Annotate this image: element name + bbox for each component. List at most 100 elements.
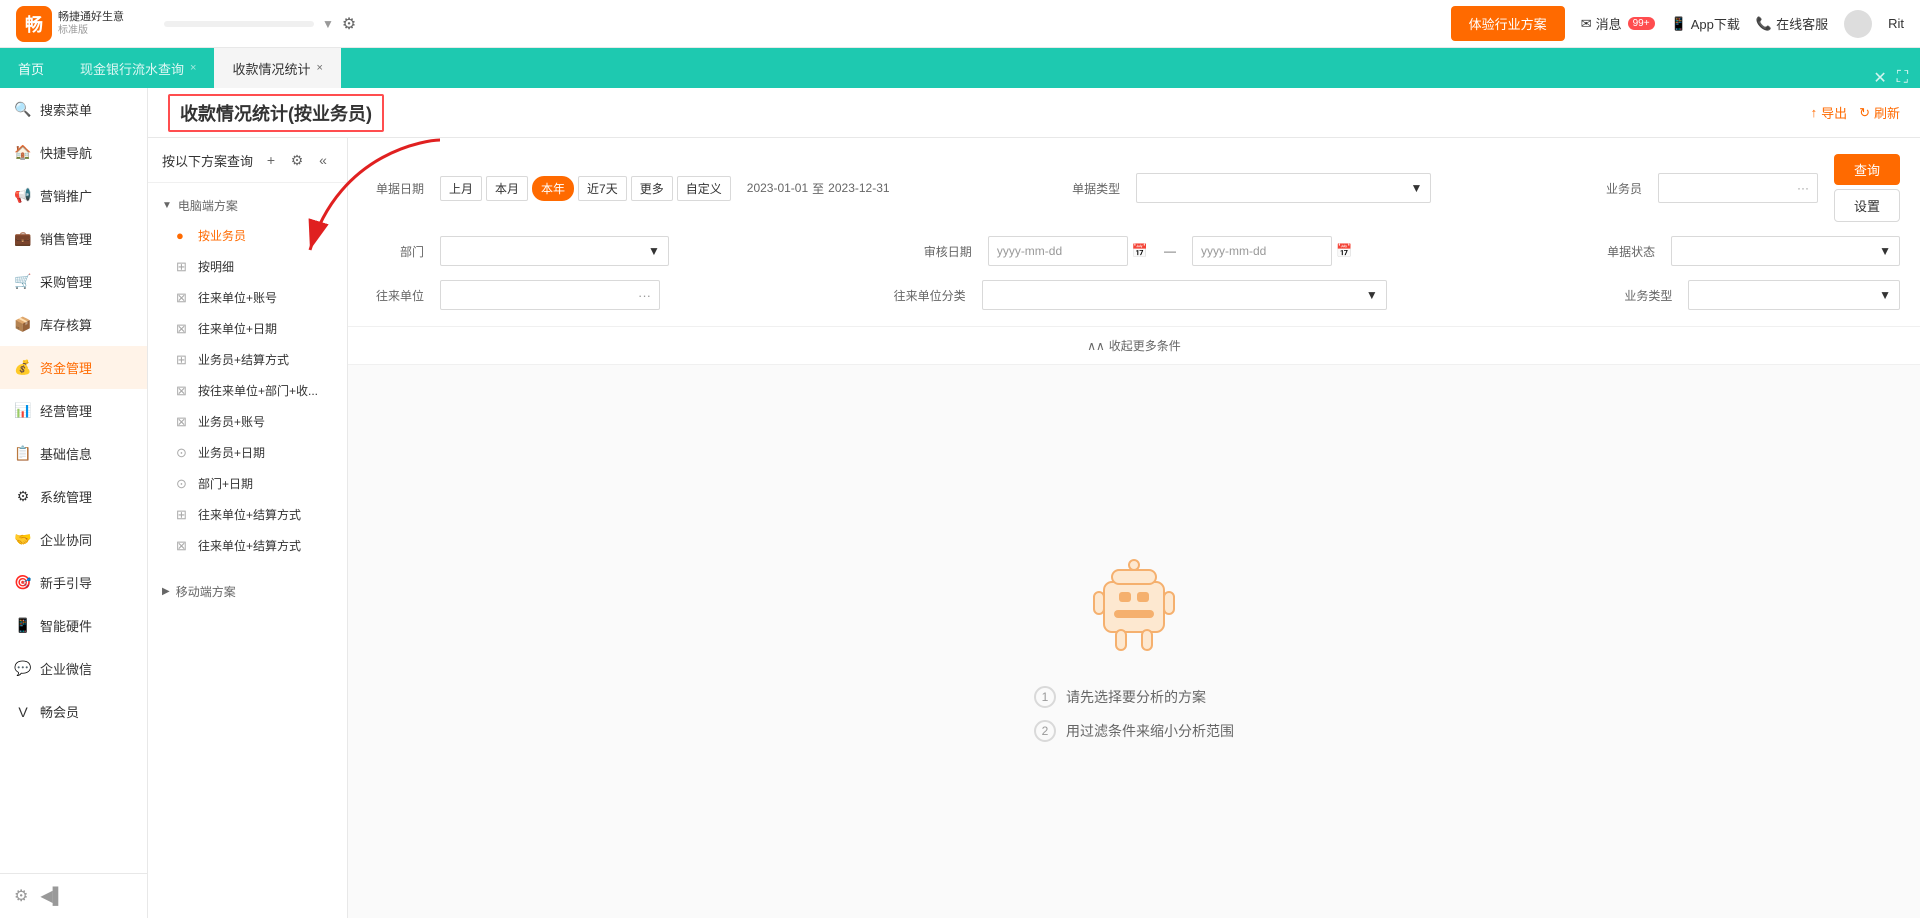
purchase-icon: 🛒 [14, 273, 32, 291]
salesperson-label: 业务员 [1602, 180, 1642, 197]
sidebar-settings-icon[interactable]: ⚙ [14, 886, 28, 906]
desktop-group-title[interactable]: ▼ 电脑端方案 [148, 191, 347, 220]
filter-rows: 单据日期 上月 本月 本年 近7天 更多 自定义 2023-01-01 [348, 138, 1920, 327]
online-service-action[interactable]: 📞 在线客服 [1756, 14, 1828, 33]
query-button[interactable]: 查询 [1834, 154, 1900, 185]
sidebar-item-sales[interactable]: 💼 销售管理 [0, 217, 147, 260]
refresh-button[interactable]: ↻ 刷新 [1859, 103, 1900, 122]
review-date-label: 审核日期 [912, 243, 972, 260]
online-service-label: 在线客服 [1776, 14, 1828, 33]
date-btn-7days[interactable]: 近7天 [578, 176, 627, 201]
scheme-item-partner-dept[interactable]: ⊠ 按往来单位+部门+收... [148, 375, 347, 406]
date-btn-this-year[interactable]: 本年 [532, 176, 574, 201]
tab-bank-flow[interactable]: 现金银行流水查询 × [62, 48, 214, 88]
close-window-icon[interactable]: ✕ [1873, 68, 1886, 88]
doc-type-select[interactable]: ▼ [1136, 173, 1431, 203]
export-button[interactable]: ↑ 导出 [1811, 103, 1848, 122]
scheme-item-salesperson[interactable]: ● 按业务员 [148, 220, 347, 251]
refresh-icon: ↻ [1859, 105, 1870, 121]
sidebar-item-system[interactable]: ⚙ 系统管理 [0, 475, 147, 518]
sidebar-item-marketing[interactable]: 📢 营销推广 [0, 174, 147, 217]
doc-status-select[interactable]: ▼ [1671, 236, 1900, 266]
sidebar-item-quicknav[interactable]: 🏠 快捷导航 [0, 131, 147, 174]
scheme-item-partner-date-icon: ⊠ [176, 321, 192, 337]
user-avatar[interactable] [1844, 10, 1872, 38]
biz-type-select[interactable]: ▼ [1688, 280, 1900, 310]
doc-type-dropdown-icon: ▼ [1411, 181, 1423, 195]
scheme-item-dept-date-label: 部门+日期 [198, 475, 253, 492]
sidebar-item-member[interactable]: V 畅会员 [0, 690, 147, 733]
mobile-group-title[interactable]: ▶ 移动端方案 [148, 577, 347, 606]
sidebar-item-finance-label: 资金管理 [40, 358, 92, 377]
sidebar-item-inventory[interactable]: 📦 库存核算 [0, 303, 147, 346]
search-icon: 🔍 [14, 101, 32, 119]
collapse-bar[interactable]: ∧∧ 收起更多条件 [348, 327, 1920, 365]
sidebar-item-guide[interactable]: 🎯 新手引导 [0, 561, 147, 604]
message-label: 消息 [1596, 14, 1622, 33]
sidebar-item-operation-label: 经营管理 [40, 401, 92, 420]
scheme-item-partner-settle2[interactable]: ⊠ 往来单位+结算方式 [148, 530, 347, 561]
scheme-item-sales-account[interactable]: ⊠ 业务员+账号 [148, 406, 347, 437]
tab-bank-flow-close[interactable]: × [190, 62, 196, 74]
sidebar-collapse-icon[interactable]: ◀‌▌ [40, 886, 64, 906]
date-btn-this-month[interactable]: 本月 [486, 176, 528, 201]
trial-button[interactable]: 体验行业方案 [1451, 6, 1565, 41]
sidebar-item-search[interactable]: 🔍 搜索菜单 [0, 88, 147, 131]
tab-collection-stats-close[interactable]: × [316, 62, 322, 74]
nav-dropdown-icon[interactable]: ▼ [322, 17, 334, 31]
review-date-from[interactable]: yyyy-mm-dd [988, 236, 1128, 266]
export-icon: ↑ [1811, 105, 1818, 120]
filter-row-1: 单据日期 上月 本月 本年 近7天 更多 自定义 2023-01-01 [368, 154, 1900, 222]
sidebar-item-basic[interactable]: 📋 基础信息 [0, 432, 147, 475]
scheme-collapse-button[interactable]: « [313, 150, 333, 170]
scheme-item-sales-settlement[interactable]: ⊞ 业务员+结算方式 [148, 344, 347, 375]
sidebar-item-collab[interactable]: 🤝 企业协同 [0, 518, 147, 561]
wechat-icon: 💬 [14, 660, 32, 678]
calendar-icon-2[interactable]: 📅 [1336, 243, 1352, 259]
partner-category-select[interactable]: ▼ [982, 280, 1387, 310]
date-btn-more[interactable]: 更多 [631, 176, 673, 201]
message-action[interactable]: ✉ 消息 99+ [1581, 14, 1655, 33]
page-content: 收款情况统计(按业务员) ↑ 导出 ↻ 刷新 按以下 [148, 88, 1920, 918]
maximize-window-icon[interactable]: ⛶ [1897, 69, 1908, 87]
page-title-actions: ↑ 导出 ↻ 刷新 [1811, 103, 1900, 122]
date-btn-last-month[interactable]: 上月 [440, 176, 482, 201]
tab-collection-stats-label: 收款情况统计 [232, 59, 310, 78]
filter-row-2: 部门 ▼ 审核日期 yyyy-mm-dd 📅 [368, 236, 1900, 266]
date-quick-buttons: 上月 本月 本年 近7天 更多 自定义 [440, 176, 731, 201]
salesperson-select[interactable]: ··· [1658, 173, 1818, 203]
sidebar-item-finance[interactable]: 💰 资金管理 [0, 346, 147, 389]
system-icon: ⚙ [14, 488, 32, 506]
dept-select[interactable]: ▼ [440, 236, 669, 266]
scheme-item-sales-date[interactable]: ⊙ 业务员+日期 [148, 437, 347, 468]
app-download-action[interactable]: 📱 App下载 [1671, 14, 1740, 33]
partner-select[interactable]: ··· [440, 280, 660, 310]
tab-home[interactable]: 首页 [0, 48, 62, 88]
sidebar-item-hardware[interactable]: 📱 智能硬件 [0, 604, 147, 647]
date-btn-custom[interactable]: 自定义 [677, 176, 731, 201]
sidebar-item-wechat[interactable]: 💬 企业微信 [0, 647, 147, 690]
scheme-add-button[interactable]: + [261, 150, 281, 170]
sidebar-item-operation[interactable]: 📊 经营管理 [0, 389, 147, 432]
calendar-icon-1[interactable]: 📅 [1132, 243, 1148, 259]
scheme-item-detail[interactable]: ⊞ 按明细 [148, 251, 347, 282]
scheme-settings-button[interactable]: ⚙ [287, 150, 307, 170]
scheme-item-dept-date[interactable]: ⊙ 部门+日期 [148, 468, 347, 499]
sidebar-item-purchase[interactable]: 🛒 采购管理 [0, 260, 147, 303]
settings-button[interactable]: 设置 [1834, 189, 1900, 222]
user-name: Rit [1888, 16, 1904, 31]
scheme-item-partner-account[interactable]: ⊠ 往来单位+账号 [148, 282, 347, 313]
scheme-panel-header: 按以下方案查询 + ⚙ « [148, 138, 347, 183]
marketing-icon: 📢 [14, 187, 32, 205]
scheme-item-partner-settle1-icon: ⊞ [176, 507, 192, 523]
scheme-item-partner-date[interactable]: ⊠ 往来单位+日期 [148, 313, 347, 344]
scheme-item-partner-settle1[interactable]: ⊞ 往来单位+结算方式 [148, 499, 347, 530]
hardware-icon: 📱 [14, 617, 32, 635]
review-date-to[interactable]: yyyy-mm-dd [1192, 236, 1332, 266]
tab-collection-stats[interactable]: 收款情况统计 × [214, 48, 340, 88]
partner-category-label: 往来单位分类 [886, 287, 966, 304]
top-gear-icon[interactable]: ⚙ [342, 14, 356, 34]
partner-more-icon[interactable]: ··· [638, 288, 651, 303]
filter-actions: 查询 设置 [1834, 154, 1900, 222]
tab-bank-flow-label: 现金银行流水查询 [80, 59, 184, 78]
